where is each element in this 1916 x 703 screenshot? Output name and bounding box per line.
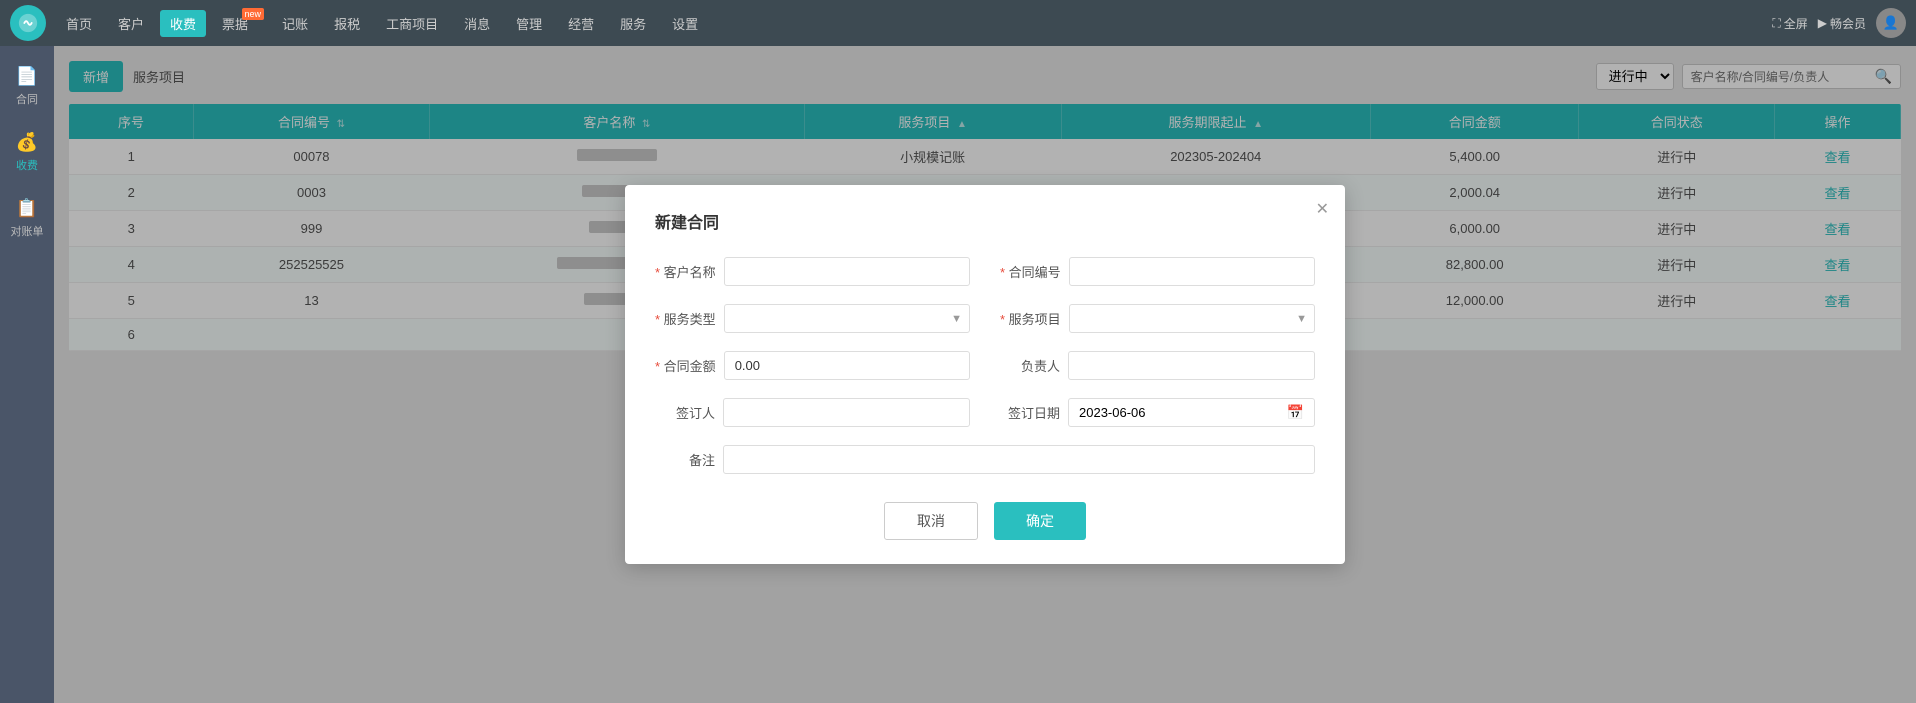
contract-no-label: 合同编号 <box>1000 262 1061 281</box>
service-item-select-wrap: ▼ <box>1069 304 1315 333</box>
remark-label: 备注 <box>655 450 715 469</box>
contract-no-input[interactable] <box>1069 257 1315 286</box>
nav-item-bookkeeping[interactable]: 记账 <box>272 10 318 37</box>
form-row-customer: 客户名称 <box>655 257 970 286</box>
nav-right-area: ⛶ 全屏 ▶ 畅会员 👤 <box>1772 8 1906 38</box>
responsible-input[interactable] <box>1068 351 1315 380</box>
service-type-select-wrap: ▼ <box>724 304 970 333</box>
modal-title: 新建合同 <box>655 209 1315 233</box>
user-avatar[interactable]: 👤 <box>1876 8 1906 38</box>
contract-amount-input[interactable] <box>724 351 970 380</box>
app-logo <box>10 5 46 41</box>
nav-item-message[interactable]: 消息 <box>454 10 500 37</box>
modal-footer: 取消 确定 <box>655 502 1315 540</box>
form-row-contract-no: 合同编号 <box>1000 257 1315 286</box>
new-contract-modal: 新建合同 ✕ 客户名称 合同编号 服务类型 <box>625 185 1345 564</box>
nav-item-business[interactable]: 工商项目 <box>376 10 448 37</box>
confirm-button[interactable]: 确定 <box>994 502 1086 540</box>
sidebar-item-contract-label: 合同 <box>16 91 38 107</box>
nav-item-operation[interactable]: 经营 <box>558 10 604 37</box>
calendar-icon[interactable]: 📅 <box>1287 404 1304 421</box>
main-layout: 📄 合同 💰 收费 📋 对账单 新增 服务项目 进行中 已完成 已终止 <box>0 46 1916 703</box>
fee-icon: 💰 <box>16 132 38 153</box>
nav-item-bill[interactable]: 票据 new <box>212 10 266 37</box>
nav-item-customer[interactable]: 客户 <box>108 10 154 37</box>
sign-date-label: 签订日期 <box>1000 403 1060 422</box>
sign-date-input[interactable] <box>1079 405 1283 420</box>
main-content: 新增 服务项目 进行中 已完成 已终止 🔍 序号 <box>54 46 1916 703</box>
service-item-select[interactable] <box>1069 304 1315 333</box>
nav-item-home[interactable]: 首页 <box>56 10 102 37</box>
responsible-label: 负责人 <box>1000 356 1060 375</box>
service-type-label: 服务类型 <box>655 309 716 328</box>
form-row-service-item: 服务项目 ▼ <box>1000 304 1315 333</box>
remark-input[interactable] <box>723 445 1315 474</box>
customer-name-label: 客户名称 <box>655 262 716 281</box>
nav-item-tax[interactable]: 报税 <box>324 10 370 37</box>
signer-input[interactable] <box>723 398 970 427</box>
service-item-label: 服务项目 <box>1000 309 1061 328</box>
form-row-amount: 合同金额 <box>655 351 970 380</box>
sidebar-item-statement-label: 对账单 <box>11 223 44 239</box>
modal-overlay: 新建合同 ✕ 客户名称 合同编号 服务类型 <box>54 46 1916 703</box>
sidebar-item-statement[interactable]: 📋 对账单 <box>0 188 54 249</box>
sidebar-item-fee-label: 收费 <box>16 157 38 173</box>
nav-item-service[interactable]: 服务 <box>610 10 656 37</box>
form-row-remark: 备注 <box>655 445 1315 474</box>
sidebar-item-fee[interactable]: 💰 收费 <box>0 122 54 183</box>
statement-icon: 📋 <box>16 198 38 219</box>
new-badge: new <box>242 8 265 20</box>
fullscreen-button[interactable]: ⛶ 全屏 <box>1772 15 1807 32</box>
form-row-sign-date: 签订日期 📅 <box>1000 398 1315 427</box>
nav-item-settings[interactable]: 设置 <box>662 10 708 37</box>
nav-menu: 首页 客户 收费 票据 new 记账 报税 工商项目 消息 管理 经营 服务 设… <box>56 10 1772 37</box>
signer-label: 签订人 <box>655 403 715 422</box>
nav-item-fee[interactable]: 收费 <box>160 10 206 37</box>
sign-date-wrap: 📅 <box>1068 398 1315 427</box>
member-button[interactable]: ▶ 畅会员 <box>1818 15 1866 32</box>
form-row-responsible: 负责人 <box>1000 351 1315 380</box>
modal-form: 客户名称 合同编号 服务类型 ▼ <box>655 257 1315 474</box>
modal-close-button[interactable]: ✕ <box>1316 199 1329 219</box>
form-row-service-type: 服务类型 ▼ <box>655 304 970 333</box>
cancel-button[interactable]: 取消 <box>884 502 978 540</box>
customer-name-input[interactable] <box>724 257 970 286</box>
form-row-signer: 签订人 <box>655 398 970 427</box>
contract-amount-label: 合同金额 <box>655 356 716 375</box>
contract-icon: 📄 <box>16 66 38 87</box>
sidebar: 📄 合同 💰 收费 📋 对账单 <box>0 46 54 703</box>
top-navigation: 首页 客户 收费 票据 new 记账 报税 工商项目 消息 管理 经营 服务 设… <box>0 0 1916 46</box>
service-type-select[interactable] <box>724 304 970 333</box>
nav-item-manage[interactable]: 管理 <box>506 10 552 37</box>
sidebar-item-contract[interactable]: 📄 合同 <box>0 56 54 117</box>
